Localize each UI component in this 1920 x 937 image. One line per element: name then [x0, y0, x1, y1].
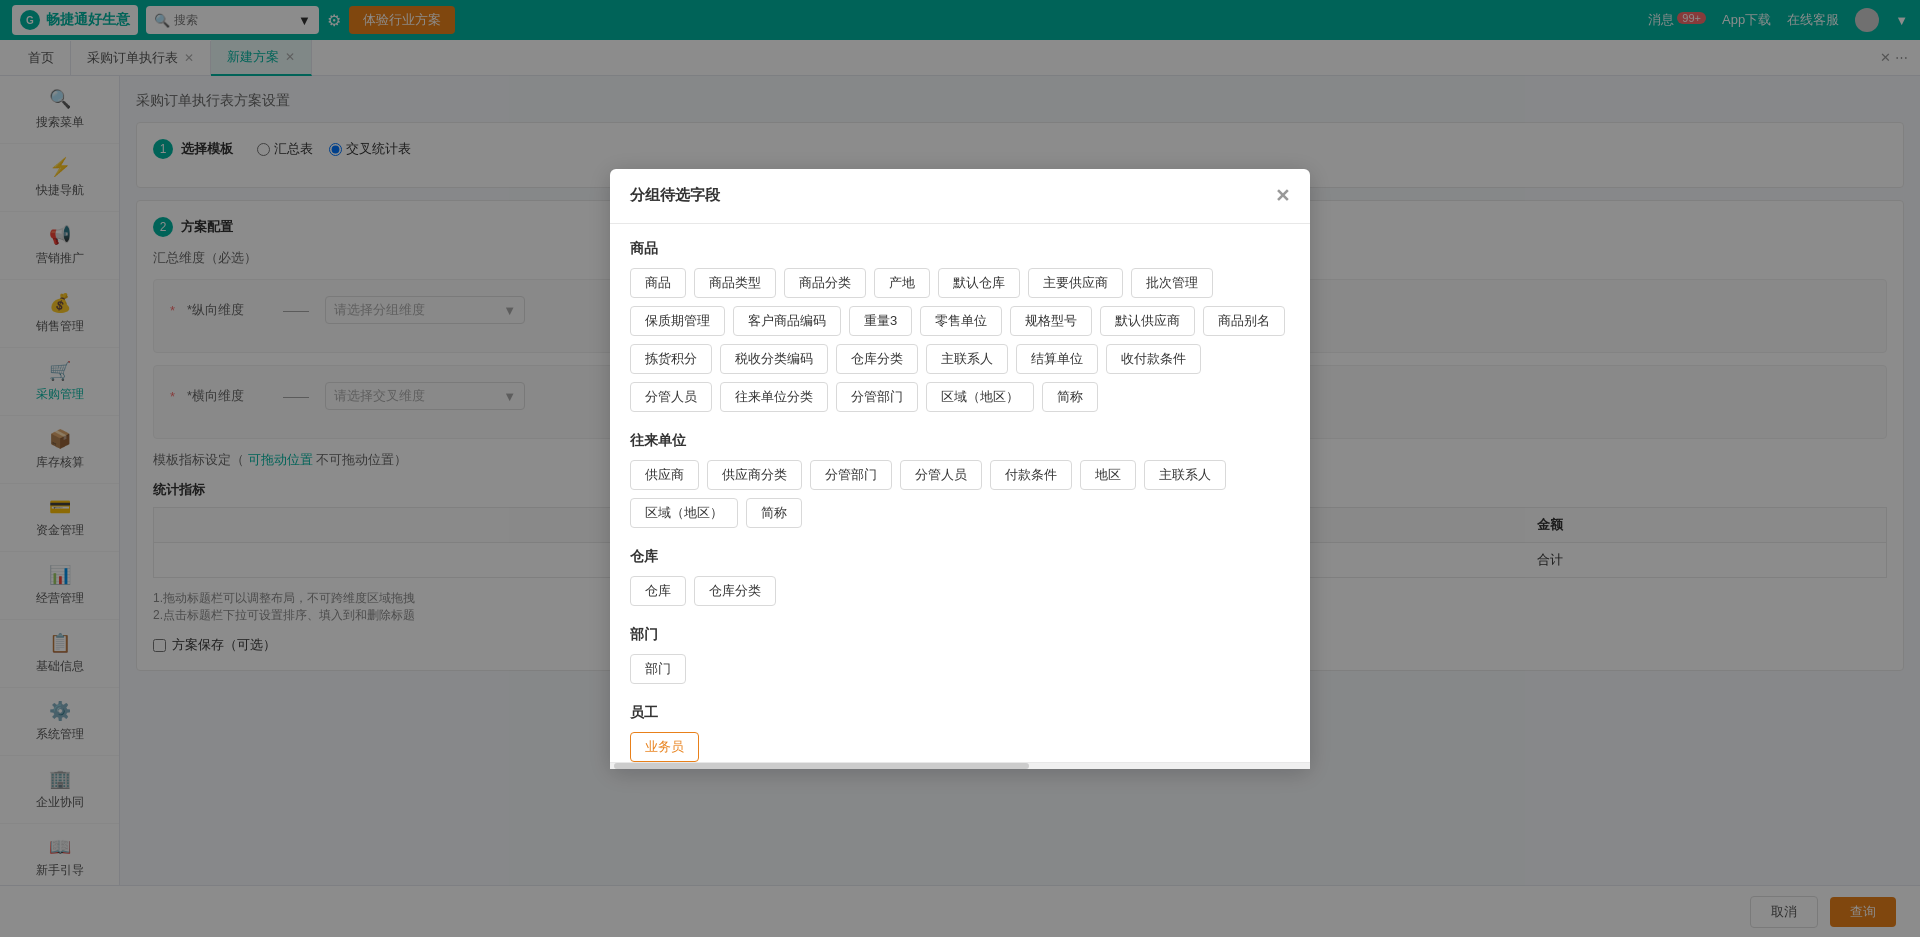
field-tag[interactable]: 商品分类 [784, 268, 866, 298]
section-department-fields: 部门 [630, 654, 1290, 684]
section-department: 部门 部门 [630, 626, 1290, 684]
section-product-title: 商品 [630, 240, 1290, 258]
section-warehouse: 仓库 仓库 仓库分类 [630, 548, 1290, 606]
field-tag[interactable]: 默认仓库 [938, 268, 1020, 298]
field-tag[interactable]: 地区 [1080, 460, 1136, 490]
section-warehouse-fields: 仓库 仓库分类 [630, 576, 1290, 606]
hscroll-thumb[interactable] [614, 763, 1029, 769]
field-tag[interactable]: 重量3 [849, 306, 912, 336]
section-partner: 往来单位 供应商 供应商分类 分管部门 分管人员 付款条件 地区 主联系人 区域… [630, 432, 1290, 528]
section-warehouse-title: 仓库 [630, 548, 1290, 566]
field-tag[interactable]: 主联系人 [926, 344, 1008, 374]
modal-overlay[interactable]: 分组待选字段 ✕ 商品 商品 商品类型 商品分类 产地 默认仓库 主要供应商 批… [0, 0, 1920, 937]
field-tag[interactable]: 规格型号 [1010, 306, 1092, 336]
modal-body: 商品 商品 商品类型 商品分类 产地 默认仓库 主要供应商 批次管理 保质期管理… [610, 224, 1310, 762]
field-tag[interactable]: 仓库分类 [836, 344, 918, 374]
field-tag[interactable]: 默认供应商 [1100, 306, 1195, 336]
section-partner-fields: 供应商 供应商分类 分管部门 分管人员 付款条件 地区 主联系人 区域（地区） … [630, 460, 1290, 528]
field-tag[interactable]: 供应商 [630, 460, 699, 490]
field-tag[interactable]: 主联系人 [1144, 460, 1226, 490]
field-tag[interactable]: 简称 [1042, 382, 1098, 412]
field-select-modal: 分组待选字段 ✕ 商品 商品 商品类型 商品分类 产地 默认仓库 主要供应商 批… [610, 169, 1310, 769]
field-tag[interactable]: 保质期管理 [630, 306, 725, 336]
section-department-title: 部门 [630, 626, 1290, 644]
field-tag[interactable]: 部门 [630, 654, 686, 684]
field-tag[interactable]: 仓库 [630, 576, 686, 606]
modal-title: 分组待选字段 [630, 186, 720, 205]
field-tag[interactable]: 供应商分类 [707, 460, 802, 490]
field-tag[interactable]: 主要供应商 [1028, 268, 1123, 298]
field-tag[interactable]: 付款条件 [990, 460, 1072, 490]
field-tag[interactable]: 商品别名 [1203, 306, 1285, 336]
field-tag[interactable]: 拣货积分 [630, 344, 712, 374]
field-tag[interactable]: 批次管理 [1131, 268, 1213, 298]
field-tag[interactable]: 仓库分类 [694, 576, 776, 606]
field-tag[interactable]: 商品类型 [694, 268, 776, 298]
field-tag[interactable]: 税收分类编码 [720, 344, 828, 374]
field-tag[interactable]: 往来单位分类 [720, 382, 828, 412]
field-tag[interactable]: 结算单位 [1016, 344, 1098, 374]
modal-close-btn[interactable]: ✕ [1275, 185, 1290, 207]
field-tag[interactable]: 分管人员 [900, 460, 982, 490]
field-tag[interactable]: 客户商品编码 [733, 306, 841, 336]
modal-header: 分组待选字段 ✕ [610, 169, 1310, 224]
field-tag[interactable]: 分管人员 [630, 382, 712, 412]
field-tag[interactable]: 区域（地区） [630, 498, 738, 528]
section-product-fields: 商品 商品类型 商品分类 产地 默认仓库 主要供应商 批次管理 保质期管理 客户… [630, 268, 1290, 412]
field-tag[interactable]: 分管部门 [810, 460, 892, 490]
section-employee-fields: 业务员 [630, 732, 1290, 762]
section-employee: 员工 业务员 [630, 704, 1290, 762]
section-employee-title: 员工 [630, 704, 1290, 722]
section-product: 商品 商品 商品类型 商品分类 产地 默认仓库 主要供应商 批次管理 保质期管理… [630, 240, 1290, 412]
field-tag[interactable]: 收付款条件 [1106, 344, 1201, 374]
field-tag[interactable]: 区域（地区） [926, 382, 1034, 412]
field-tag[interactable]: 业务员 [630, 732, 699, 762]
field-tag[interactable]: 商品 [630, 268, 686, 298]
field-tag[interactable]: 产地 [874, 268, 930, 298]
modal-horizontal-scrollbar[interactable] [610, 762, 1310, 769]
field-tag[interactable]: 分管部门 [836, 382, 918, 412]
field-tag[interactable]: 简称 [746, 498, 802, 528]
section-partner-title: 往来单位 [630, 432, 1290, 450]
field-tag[interactable]: 零售单位 [920, 306, 1002, 336]
